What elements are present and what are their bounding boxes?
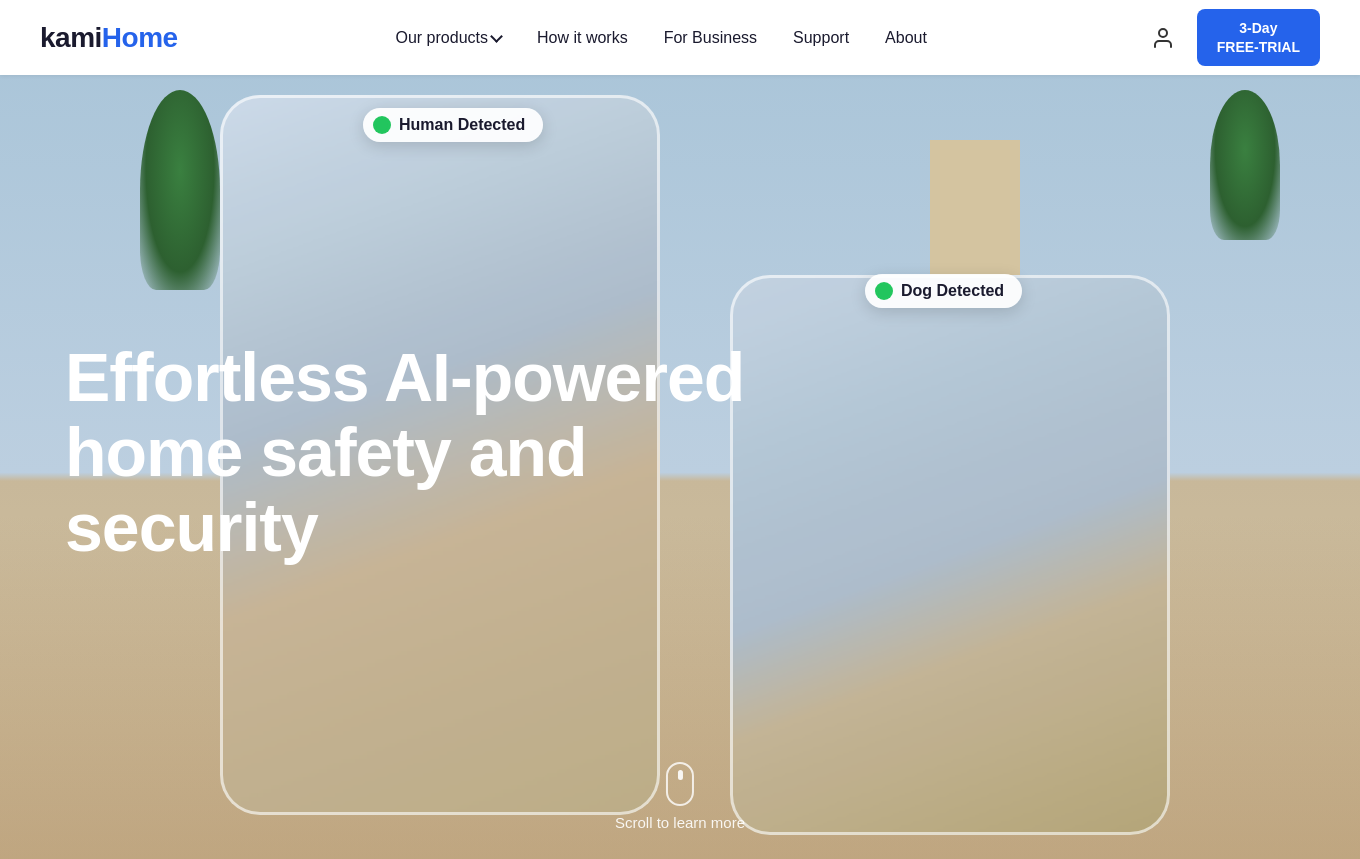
detection-indicator-human — [373, 116, 391, 134]
human-detection-badge: Human Detected — [363, 108, 543, 142]
nav-right: 3-Day FREE-TRIAL — [1145, 9, 1320, 65]
nav-link-support[interactable]: Support — [793, 29, 849, 47]
hero-headline: Effortless AI-powered home safety and se… — [65, 340, 745, 564]
plant-left-decoration — [140, 90, 220, 290]
navbar: kami Home Our products How it works For … — [0, 0, 1360, 75]
nav-link-about[interactable]: About — [885, 29, 927, 47]
nav-links: Our products How it works For Business S… — [396, 29, 927, 47]
plant-right-decoration — [1210, 90, 1280, 240]
nav-item-for-business[interactable]: For Business — [664, 29, 757, 47]
scroll-wheel — [678, 770, 683, 780]
dog-detection-label: Dog Detected — [901, 282, 1004, 300]
nav-link-our-products[interactable]: Our products — [396, 29, 501, 47]
nav-item-support[interactable]: Support — [793, 29, 849, 47]
right-phone-frame — [730, 275, 1170, 835]
dog-detection-badge: Dog Detected — [865, 274, 1022, 308]
nav-link-for-business[interactable]: For Business — [664, 29, 757, 47]
svg-point-0 — [1159, 29, 1167, 37]
user-account-icon[interactable] — [1145, 20, 1181, 56]
scroll-mouse-icon — [666, 762, 694, 806]
chevron-down-icon — [490, 30, 503, 43]
nav-item-our-products[interactable]: Our products — [396, 29, 501, 47]
nav-item-how-it-works[interactable]: How it works — [537, 29, 628, 47]
human-detection-label: Human Detected — [399, 116, 525, 134]
nav-item-about[interactable]: About — [885, 29, 927, 47]
hero-text-block: Effortless AI-powered home safety and se… — [65, 340, 745, 564]
logo-home: Home — [102, 22, 178, 54]
logo[interactable]: kami Home — [40, 22, 178, 54]
hero-section: Human Detected Dog Detected Effortless A… — [0, 0, 1360, 859]
detection-indicator-dog — [875, 282, 893, 300]
free-trial-button[interactable]: 3-Day FREE-TRIAL — [1197, 9, 1320, 65]
logo-kami: kami — [40, 22, 102, 54]
scroll-label: Scroll to learn more — [615, 814, 745, 831]
scroll-indicator: Scroll to learn more — [615, 762, 745, 831]
nav-link-how-it-works[interactable]: How it works — [537, 29, 628, 47]
